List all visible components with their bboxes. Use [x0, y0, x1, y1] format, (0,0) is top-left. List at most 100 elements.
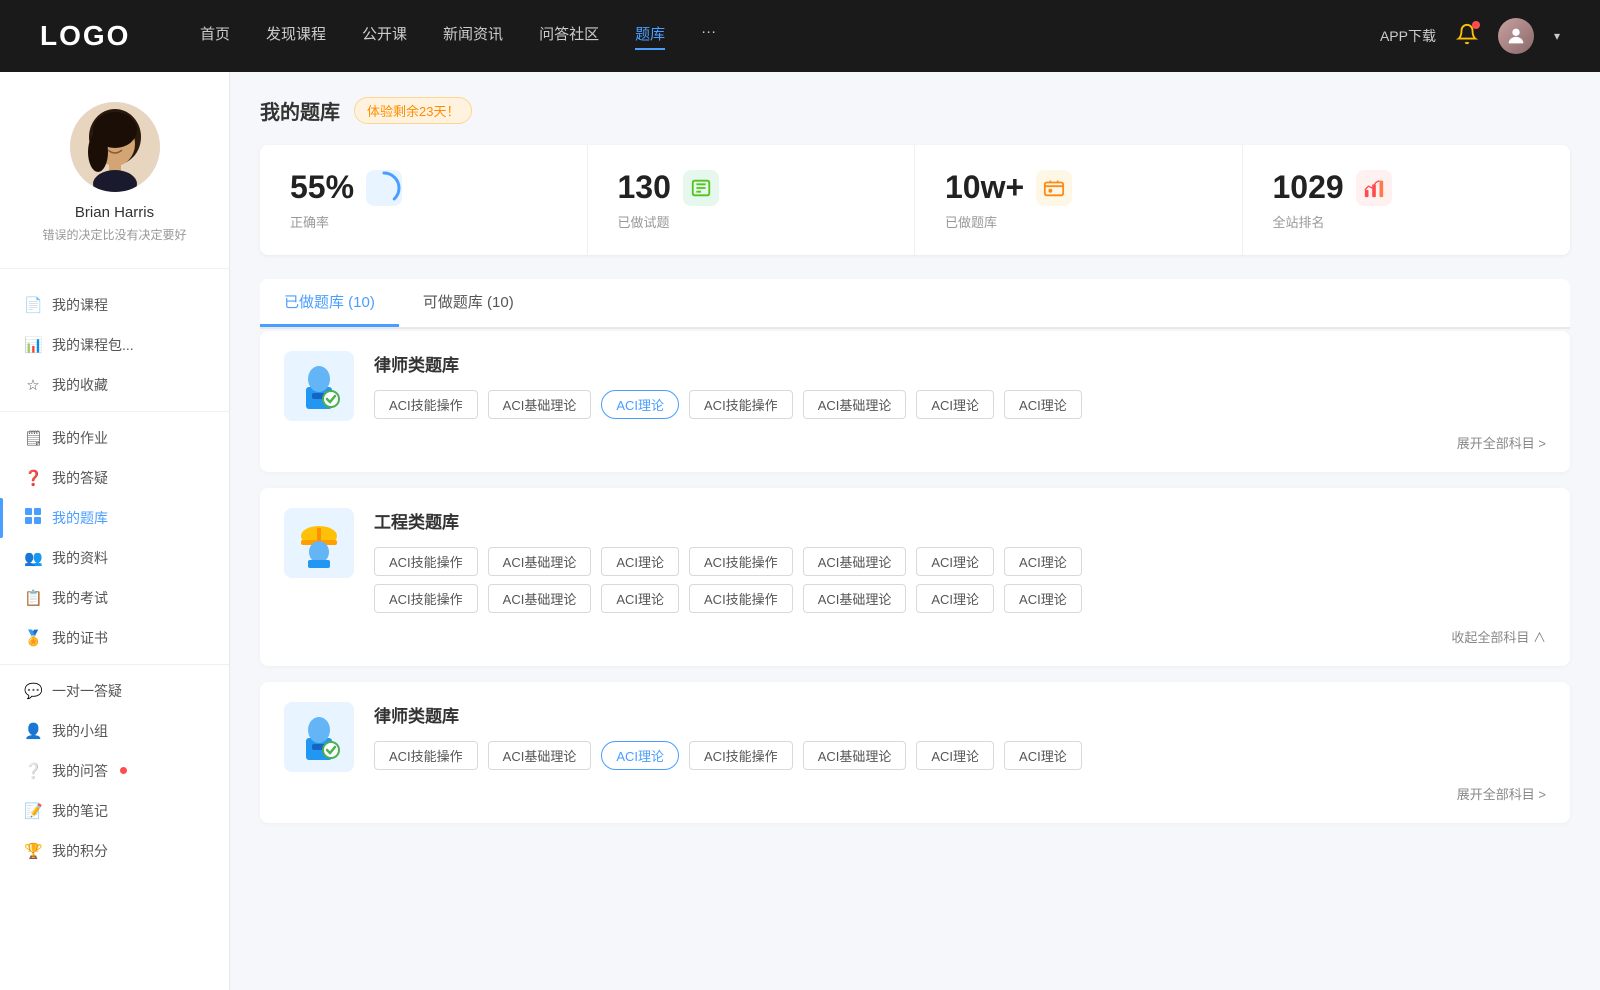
- tag-3-3[interactable]: ACI技能操作: [689, 741, 793, 770]
- sidebar-menu: 📄 我的课程 📊 我的课程包... ☆ 我的收藏 🗒 我的作业 ❓ 我的答疑: [0, 269, 229, 887]
- tag-2r2-3[interactable]: ACI技能操作: [689, 584, 793, 613]
- grid-icon: [24, 508, 42, 528]
- tag-1-2[interactable]: ACI理论: [601, 390, 679, 419]
- tutor-icon: 💬: [24, 682, 42, 700]
- tag-3-4[interactable]: ACI基础理论: [803, 741, 907, 770]
- main-container: Brian Harris 错误的决定比没有决定要好 📄 我的课程 📊 我的课程包…: [0, 72, 1600, 990]
- tags-row-1: ACI技能操作 ACI基础理论 ACI理论 ACI技能操作 ACI基础理论 AC…: [374, 390, 1546, 419]
- profile-avatar: [70, 102, 160, 192]
- lawyer-icon-2: [284, 702, 354, 772]
- stat-questions: 130 已做试题: [588, 145, 916, 255]
- sidebar-item-tutor[interactable]: 💬 一对一答疑: [0, 671, 229, 711]
- star-icon: ☆: [24, 376, 42, 394]
- tag-2-2[interactable]: ACI理论: [601, 547, 679, 576]
- sidebar-item-questions[interactable]: ❓ 我的答疑: [0, 458, 229, 498]
- nav-home[interactable]: 首页: [200, 23, 230, 50]
- user-avatar[interactable]: [1498, 18, 1534, 54]
- sidebar-item-homework[interactable]: 🗒 我的作业: [0, 418, 229, 458]
- points-icon: 🏆: [24, 842, 42, 860]
- qbank-card-lawyer-2: 律师类题库 ACI技能操作 ACI基础理论 ACI理论 ACI技能操作 ACI基…: [260, 682, 1570, 823]
- tab-done[interactable]: 已做题库 (10): [260, 279, 399, 327]
- sidebar-item-qbank[interactable]: 我的题库: [0, 498, 229, 538]
- tag-1-1[interactable]: ACI基础理论: [488, 390, 592, 419]
- qbank-title-1: 律师类题库: [374, 351, 1546, 376]
- navbar: LOGO 首页 发现课程 公开课 新闻资讯 问答社区 题库 ··· APP下载 …: [0, 0, 1600, 72]
- sidebar-item-points[interactable]: 🏆 我的积分: [0, 831, 229, 871]
- tag-3-2[interactable]: ACI理论: [601, 741, 679, 770]
- navbar-right: APP下载 ▾: [1380, 18, 1560, 54]
- trial-badge: 体验剩余23天！: [354, 97, 472, 124]
- tag-2r2-2[interactable]: ACI理论: [601, 584, 679, 613]
- sidebar-item-favorites[interactable]: ☆ 我的收藏: [0, 365, 229, 405]
- tag-3-1[interactable]: ACI基础理论: [488, 741, 592, 770]
- notification-bell[interactable]: [1456, 23, 1478, 50]
- sidebar-item-course-package[interactable]: 📊 我的课程包...: [0, 325, 229, 365]
- tag-2r2-5[interactable]: ACI理论: [916, 584, 994, 613]
- nav-open-course[interactable]: 公开课: [362, 23, 407, 50]
- accuracy-label: 正确率: [290, 212, 329, 231]
- banks-value: 10w+: [945, 169, 1024, 206]
- notification-dot: [1472, 21, 1480, 29]
- sidebar-item-certificates[interactable]: 🏅 我的证书: [0, 618, 229, 658]
- sidebar-item-exams[interactable]: 📋 我的考试: [0, 578, 229, 618]
- tag-2-0[interactable]: ACI技能操作: [374, 547, 478, 576]
- sidebar-item-courses[interactable]: 📄 我的课程: [0, 285, 229, 325]
- rank-label: 全站排名: [1273, 212, 1325, 231]
- tag-1-0[interactable]: ACI技能操作: [374, 390, 478, 419]
- book-icon: 📄: [24, 296, 42, 314]
- tag-3-0[interactable]: ACI技能操作: [374, 741, 478, 770]
- tag-2r2-4[interactable]: ACI基础理论: [803, 584, 907, 613]
- tag-2-5[interactable]: ACI理论: [916, 547, 994, 576]
- page-title: 我的题库: [260, 96, 340, 125]
- tag-2r2-0[interactable]: ACI技能操作: [374, 584, 478, 613]
- tabs-row: 已做题库 (10) 可做题库 (10): [260, 279, 1570, 328]
- nav-news[interactable]: 新闻资讯: [443, 23, 503, 50]
- tag-1-3[interactable]: ACI技能操作: [689, 390, 793, 419]
- nav-menu: 首页 发现课程 公开课 新闻资讯 问答社区 题库 ···: [200, 23, 1380, 50]
- tab-available[interactable]: 可做题库 (10): [399, 279, 538, 327]
- users-icon: 👥: [24, 549, 42, 567]
- nav-more[interactable]: ···: [701, 23, 716, 50]
- tag-2r2-6[interactable]: ACI理论: [1004, 584, 1082, 613]
- tag-2-1[interactable]: ACI基础理论: [488, 547, 592, 576]
- main-content: 我的题库 体验剩余23天！ 55% 正确率: [230, 72, 1600, 990]
- divider-2: [0, 664, 229, 665]
- app-download-button[interactable]: APP下载: [1380, 26, 1436, 46]
- nav-qbank[interactable]: 题库: [635, 23, 665, 50]
- sidebar-item-materials[interactable]: 👥 我的资料: [0, 538, 229, 578]
- qbank-card-lawyer-1: 律师类题库 ACI技能操作 ACI基础理论 ACI理论 ACI技能操作 ACI基…: [260, 331, 1570, 472]
- qbank-title-2: 工程类题库: [374, 508, 1546, 533]
- sidebar-item-group[interactable]: 👤 我的小组: [0, 711, 229, 751]
- tag-3-6[interactable]: ACI理论: [1004, 741, 1082, 770]
- tag-1-5[interactable]: ACI理论: [916, 390, 994, 419]
- questions-icon: [683, 170, 719, 206]
- nav-qa[interactable]: 问答社区: [539, 23, 599, 50]
- expand-link-1[interactable]: 展开全部科目 >: [374, 427, 1546, 452]
- tag-2r2-1[interactable]: ACI基础理论: [488, 584, 592, 613]
- tag-2-6[interactable]: ACI理论: [1004, 547, 1082, 576]
- sidebar-item-my-qa[interactable]: ❔ 我的问答: [0, 751, 229, 791]
- stat-accuracy: 55% 正确率: [260, 145, 588, 255]
- tag-2-4[interactable]: ACI基础理论: [803, 547, 907, 576]
- tag-1-6[interactable]: ACI理论: [1004, 390, 1082, 419]
- rank-icon: [1356, 170, 1392, 206]
- tags-row-3: ACI技能操作 ACI基础理论 ACI理论 ACI技能操作 ACI基础理论 AC…: [374, 741, 1546, 770]
- expand-link-3[interactable]: 展开全部科目 >: [374, 778, 1546, 803]
- stat-rank: 1029 全站排名: [1243, 145, 1571, 255]
- tags-row-2-1: ACI技能操作 ACI基础理论 ACI理论 ACI技能操作 ACI基础理论 AC…: [374, 547, 1546, 576]
- tag-2-3[interactable]: ACI技能操作: [689, 547, 793, 576]
- group-icon: 👤: [24, 722, 42, 740]
- collapse-link-2[interactable]: 收起全部科目 ∧: [374, 621, 1546, 646]
- tag-1-4[interactable]: ACI基础理论: [803, 390, 907, 419]
- stats-grid: 55% 正确率 130: [260, 145, 1570, 255]
- sidebar: Brian Harris 错误的决定比没有决定要好 📄 我的课程 📊 我的课程包…: [0, 72, 230, 990]
- nav-discover[interactable]: 发现课程: [266, 23, 326, 50]
- sidebar-item-notes[interactable]: 📝 我的笔记: [0, 791, 229, 831]
- accuracy-icon: [366, 170, 402, 206]
- qa-icon: ❔: [24, 762, 42, 780]
- page-header: 我的题库 体验剩余23天！: [260, 96, 1570, 125]
- user-menu-chevron[interactable]: ▾: [1554, 29, 1560, 43]
- question-icon: ❓: [24, 469, 42, 487]
- certificate-icon: 🏅: [24, 629, 42, 647]
- tag-3-5[interactable]: ACI理论: [916, 741, 994, 770]
